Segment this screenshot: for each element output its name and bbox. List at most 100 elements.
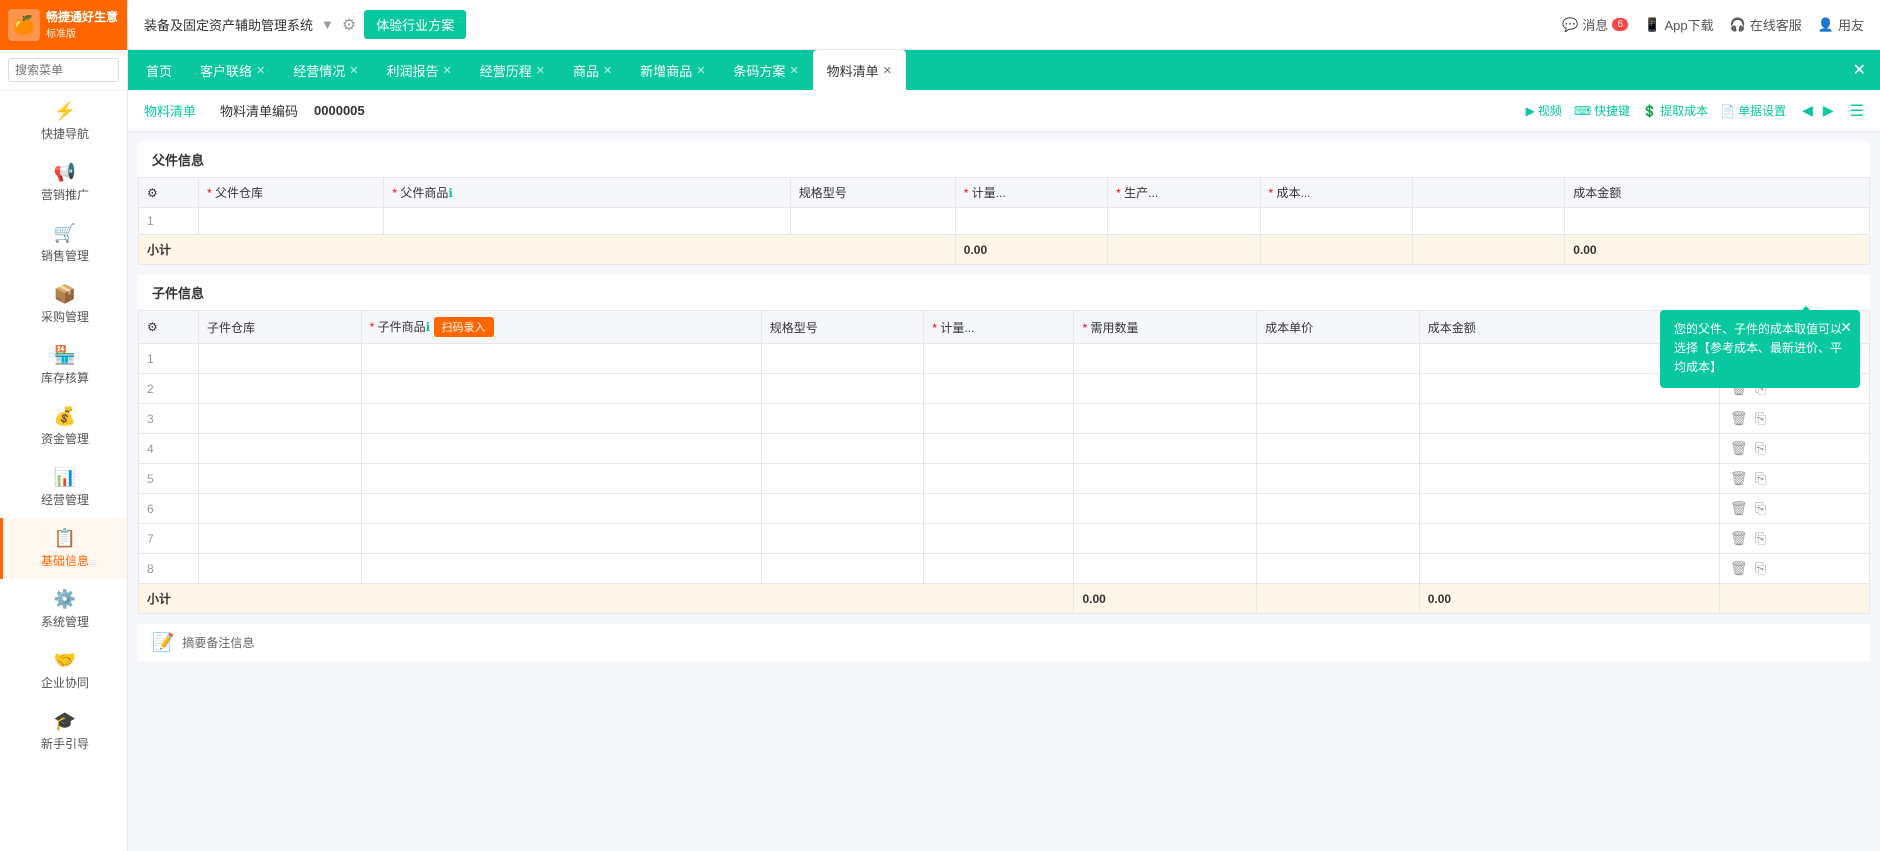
child-cost-price-cell[interactable] (1257, 404, 1420, 434)
child-qty-cell[interactable] (1074, 404, 1257, 434)
sidebar-item-enterprise[interactable]: 🤝 企业协同 (0, 640, 127, 701)
copy-icon[interactable]: ⎘ (1755, 410, 1766, 426)
child-goods-cell[interactable] (361, 524, 761, 554)
delete-icon[interactable]: 🗑 (1730, 500, 1748, 516)
child-spec-cell[interactable] (761, 554, 924, 584)
sidebar-item-inventory[interactable]: 🏪 库存核算 (0, 335, 127, 396)
child-unit-cell[interactable] (924, 494, 1074, 524)
view-button[interactable]: ▶ 视频 (1526, 102, 1562, 119)
sidebar-item-basic-info[interactable]: 📋 基础信息 (0, 518, 127, 579)
copy-icon[interactable]: ⎘ (1755, 500, 1766, 516)
tab-close-profit[interactable]: ✕ (443, 64, 452, 77)
tab-new-goods[interactable]: 新增商品 ✕ (626, 50, 719, 90)
child-warehouse-cell[interactable] (199, 554, 362, 584)
nav-next-icon[interactable]: ▶ (1819, 100, 1838, 121)
child-warehouse-cell[interactable] (199, 344, 362, 374)
tab-barcode[interactable]: 条码方案 ✕ (719, 50, 812, 90)
trial-button[interactable]: 体验行业方案 (364, 10, 466, 39)
child-qty-cell[interactable] (1074, 374, 1257, 404)
child-goods-cell[interactable] (361, 464, 761, 494)
sidebar-item-system[interactable]: ⚙️ 系统管理 (0, 579, 127, 640)
menu-icon[interactable]: ☰ (1850, 101, 1864, 121)
child-qty-cell[interactable] (1074, 464, 1257, 494)
child-warehouse-cell[interactable] (199, 374, 362, 404)
child-goods-cell[interactable] (361, 344, 761, 374)
tab-close-all[interactable]: ✕ (1843, 60, 1876, 80)
child-qty-cell[interactable] (1074, 554, 1257, 584)
child-cost-price-cell[interactable] (1257, 524, 1420, 554)
extract-cost-button[interactable]: 💲 提取成本 (1642, 102, 1708, 119)
tab-close-goods[interactable]: ✕ (603, 64, 612, 77)
delete-icon[interactable]: 🗑 (1730, 440, 1748, 456)
tab-close-new-goods[interactable]: ✕ (696, 64, 705, 77)
child-goods-cell[interactable] (361, 494, 761, 524)
child-warehouse-cell[interactable] (199, 434, 362, 464)
child-spec-cell[interactable] (761, 404, 924, 434)
copy-icon[interactable]: ⎘ (1755, 470, 1766, 486)
child-qty-cell[interactable] (1074, 434, 1257, 464)
child-goods-cell[interactable] (361, 374, 761, 404)
child-warehouse-cell[interactable] (199, 524, 362, 554)
child-goods-cell[interactable] (361, 554, 761, 584)
sidebar-item-purchase[interactable]: 📦 采购管理 (0, 274, 127, 335)
sidebar-item-sales[interactable]: 🛒 销售管理 (0, 213, 127, 274)
tab-goods[interactable]: 商品 ✕ (559, 50, 626, 90)
copy-icon[interactable]: ⎘ (1755, 530, 1766, 546)
copy-icon[interactable]: ⎘ (1755, 560, 1766, 576)
child-unit-cell[interactable] (924, 464, 1074, 494)
child-spec-cell[interactable] (761, 524, 924, 554)
settings-icon[interactable]: ⚙ (342, 15, 356, 35)
tab-close-bom[interactable]: ✕ (883, 64, 892, 77)
user-menu[interactable]: 👤 用友 (1818, 15, 1864, 34)
tab-customer[interactable]: 客户联络 ✕ (186, 50, 279, 90)
delete-icon[interactable]: 🗑 (1730, 470, 1748, 486)
tab-operations[interactable]: 经营情况 ✕ (279, 50, 372, 90)
delete-icon[interactable]: 🗑 (1730, 410, 1748, 426)
tab-close-barcode[interactable]: ✕ (789, 64, 798, 77)
child-goods-info-icon[interactable]: ℹ (426, 320, 431, 334)
parent-production-cell[interactable] (1108, 208, 1260, 235)
delete-icon[interactable]: 🗑 (1730, 530, 1748, 546)
child-cost-price-cell[interactable] (1257, 554, 1420, 584)
child-cost-price-cell[interactable] (1257, 494, 1420, 524)
child-spec-cell[interactable] (761, 464, 924, 494)
dropdown-arrow-icon[interactable]: ▼ (321, 17, 334, 32)
child-unit-cell[interactable] (924, 404, 1074, 434)
tab-close-operations[interactable]: ✕ (349, 64, 358, 77)
goods-info-icon[interactable]: ℹ (448, 186, 453, 200)
settings-gear-icon[interactable]: ⚙ (147, 186, 158, 200)
tab-bom[interactable]: 物料清单 ✕ (813, 50, 906, 90)
nav-prev-icon[interactable]: ◀ (1798, 100, 1817, 121)
message-button[interactable]: 💬 消息 6 (1562, 15, 1628, 34)
single-settings-button[interactable]: 📄 单据设置 (1720, 102, 1786, 119)
child-cost-price-cell[interactable] (1257, 434, 1420, 464)
tab-history[interactable]: 经营历程 ✕ (466, 50, 559, 90)
scan-input-button[interactable]: 扫码录入 (434, 317, 494, 337)
delete-icon[interactable]: 🗑 (1730, 560, 1748, 576)
child-warehouse-cell[interactable] (199, 464, 362, 494)
child-warehouse-cell[interactable] (199, 404, 362, 434)
child-goods-cell[interactable] (361, 404, 761, 434)
child-unit-cell[interactable] (924, 374, 1074, 404)
child-unit-cell[interactable] (924, 554, 1074, 584)
copy-icon[interactable]: ⎘ (1755, 440, 1766, 456)
child-qty-cell[interactable] (1074, 494, 1257, 524)
tab-home[interactable]: 首页 (132, 50, 186, 90)
app-download-button[interactable]: 📱 App下载 (1644, 15, 1713, 34)
parent-spec-cell[interactable] (790, 208, 955, 235)
child-unit-cell[interactable] (924, 434, 1074, 464)
child-unit-cell[interactable] (924, 524, 1074, 554)
shortcut-button[interactable]: ⌨ 快捷键 (1574, 102, 1630, 119)
child-spec-cell[interactable] (761, 374, 924, 404)
search-input[interactable] (8, 58, 119, 82)
child-qty-cell[interactable] (1074, 524, 1257, 554)
parent-goods-cell[interactable] (384, 208, 790, 235)
child-goods-cell[interactable] (361, 434, 761, 464)
child-spec-cell[interactable] (761, 494, 924, 524)
sidebar-item-quick-nav[interactable]: ⚡ 快捷导航 (0, 91, 127, 152)
child-spec-cell[interactable] (761, 434, 924, 464)
child-cost-price-cell[interactable] (1257, 374, 1420, 404)
tooltip-close-button[interactable]: ✕ (1840, 316, 1852, 338)
sidebar-item-marketing[interactable]: 📢 营销推广 (0, 152, 127, 213)
tab-profit[interactable]: 利润报告 ✕ (372, 50, 465, 90)
